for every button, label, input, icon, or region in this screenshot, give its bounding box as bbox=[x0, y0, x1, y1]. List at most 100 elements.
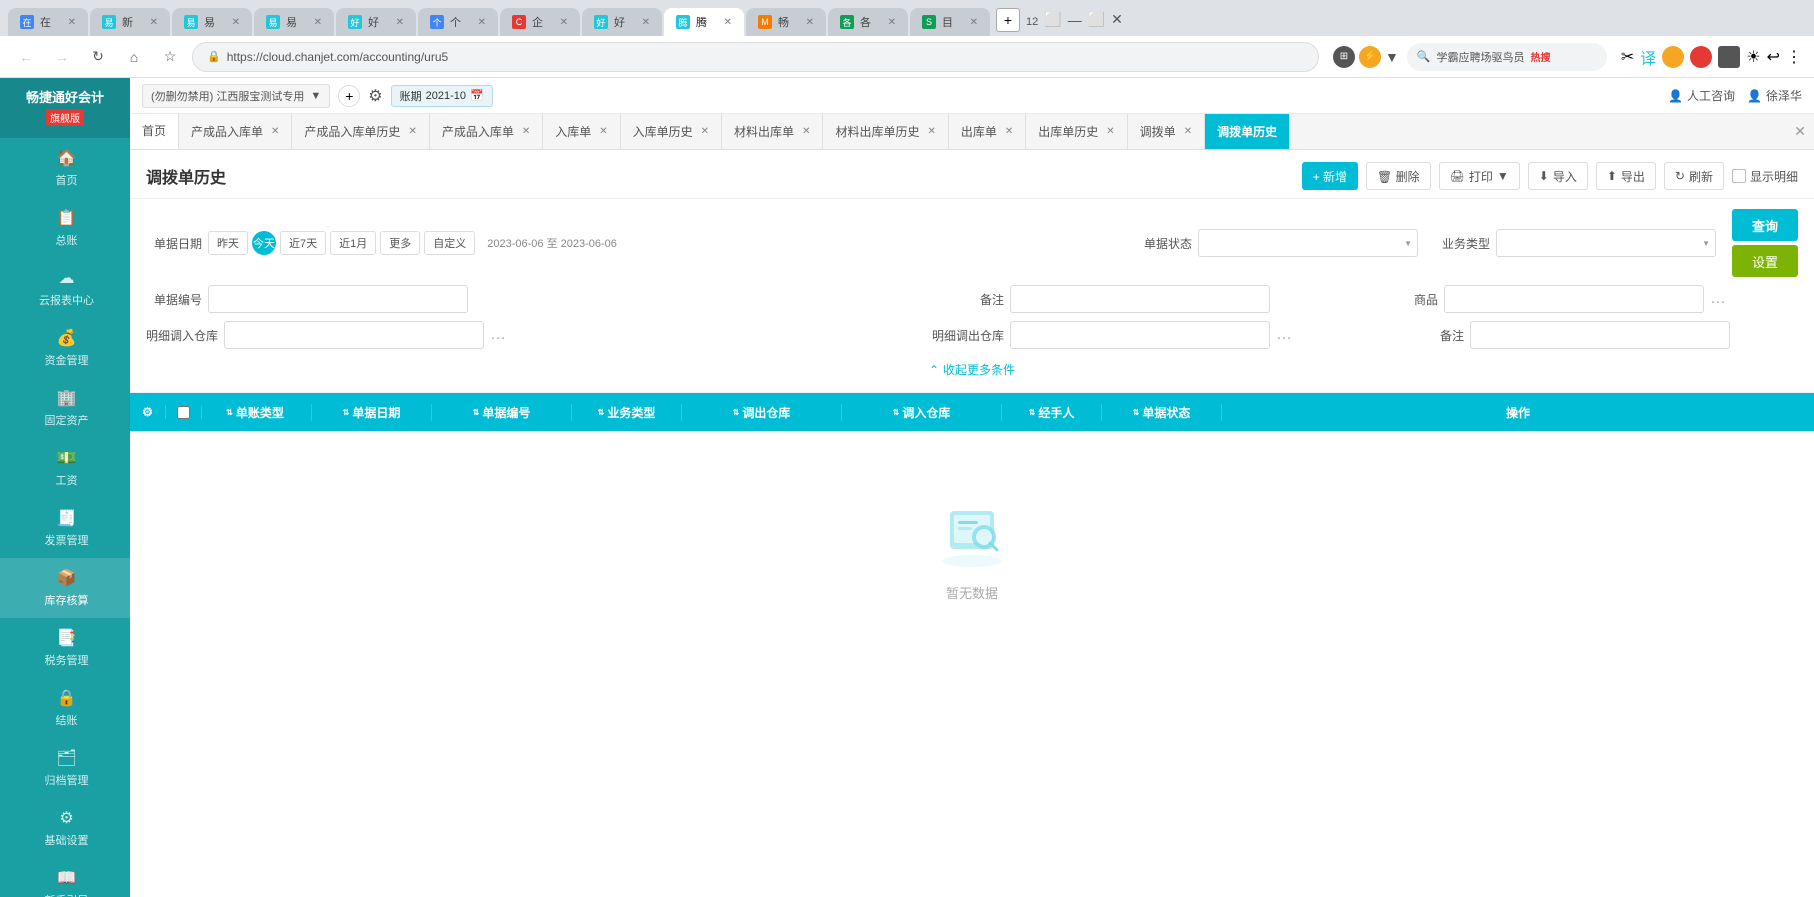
tab-bar-close[interactable]: ✕ bbox=[1794, 123, 1814, 140]
company-selector[interactable]: (勿删勿禁用) 江西服宝测试专用 ▼ bbox=[142, 84, 330, 108]
tab-close-4[interactable]: ✕ bbox=[314, 17, 322, 28]
more-icon[interactable]: ⋮ bbox=[1786, 47, 1802, 67]
tab-material-out-history[interactable]: 材料出库单历史 ✕ bbox=[823, 114, 948, 150]
remark-input[interactable] bbox=[1010, 285, 1270, 313]
forward-button[interactable]: → bbox=[48, 43, 76, 71]
refresh-button[interactable]: ↻ bbox=[84, 43, 112, 71]
tab-12[interactable]: S 目 ✕ bbox=[910, 8, 990, 36]
tab-product-in[interactable]: 产成品入库单 ✕ bbox=[179, 114, 292, 150]
sidebar-item-inventory[interactable]: 📦 库存核算 bbox=[0, 558, 130, 618]
date-7days-btn[interactable]: 近7天 bbox=[280, 231, 326, 255]
import-button[interactable]: ⬇ 导入 bbox=[1528, 162, 1588, 190]
sidebar-item-tax[interactable]: 📑 税务管理 bbox=[0, 618, 130, 678]
th-handler[interactable]: ⇅ 经手人 bbox=[1002, 404, 1102, 421]
date-1month-btn[interactable]: 近1月 bbox=[330, 231, 376, 255]
print-button[interactable]: 🖨 打印 ▼ bbox=[1439, 162, 1520, 190]
date-more-btn[interactable]: 更多 bbox=[380, 231, 420, 255]
tab-material-out[interactable]: 材料出库单 ✕ bbox=[722, 114, 823, 150]
tab-close-3[interactable]: ✕ bbox=[232, 17, 240, 28]
tab-out-history[interactable]: 出库单历史 ✕ bbox=[1026, 114, 1127, 150]
detail-in-input[interactable] bbox=[224, 321, 484, 349]
ext3-icon[interactable] bbox=[1662, 46, 1684, 68]
back-button[interactable]: ← bbox=[12, 43, 40, 71]
tab-8[interactable]: 好 好 ✕ bbox=[582, 8, 662, 36]
ext-icon-1[interactable]: ⊞ bbox=[1333, 46, 1355, 68]
tab-11[interactable]: 各 各 ✕ bbox=[828, 8, 908, 36]
tab-in-history[interactable]: 入库单历史 ✕ bbox=[621, 114, 722, 150]
tab-close-12[interactable]: ✕ bbox=[970, 17, 978, 28]
sidebar-item-home[interactable]: 🏠 首页 bbox=[0, 138, 130, 198]
tab-material-out-history-close[interactable]: ✕ bbox=[927, 126, 935, 137]
sidebar-item-invoice[interactable]: 🧾 发票管理 bbox=[0, 498, 130, 558]
goods-dots-btn[interactable]: … bbox=[1706, 290, 1730, 308]
tab-6[interactable]: 个 个 ✕ bbox=[418, 8, 498, 36]
undo-icon[interactable]: ↩ bbox=[1767, 47, 1780, 67]
th-doc-number[interactable]: ⇅ 单据编号 bbox=[432, 404, 572, 421]
detail-out-dots-btn[interactable]: … bbox=[1272, 326, 1296, 344]
tab-3[interactable]: 易 易 ✕ bbox=[172, 8, 252, 36]
tab-product-in2[interactable]: 产成品入库单 ✕ bbox=[430, 114, 543, 150]
th-doc-date[interactable]: ⇅ 单据日期 bbox=[312, 404, 432, 421]
scissors-icon[interactable]: ✂ bbox=[1621, 47, 1634, 67]
date-today-btn[interactable]: 今天 bbox=[252, 231, 276, 255]
maximize-icon[interactable]: ⬜ bbox=[1088, 11, 1105, 32]
goods-input[interactable] bbox=[1444, 285, 1704, 313]
ext4-icon[interactable] bbox=[1690, 46, 1712, 68]
query-button[interactable]: 查询 bbox=[1732, 209, 1798, 241]
th-status[interactable]: ⇅ 单据状态 bbox=[1102, 404, 1222, 421]
tab-close-1[interactable]: ✕ bbox=[68, 17, 76, 28]
tab-material-out-close[interactable]: ✕ bbox=[802, 126, 810, 137]
tab-product-in-history[interactable]: 产成品入库单历史 ✕ bbox=[292, 114, 429, 150]
sidebar-item-ledger[interactable]: 📋 总账 bbox=[0, 198, 130, 258]
th-checkbox[interactable] bbox=[166, 406, 202, 419]
tab-in-history-close[interactable]: ✕ bbox=[701, 126, 709, 137]
export-button[interactable]: ⬆ 导出 bbox=[1596, 162, 1656, 190]
sidebar-item-salary[interactable]: 💵 工资 bbox=[0, 438, 130, 498]
tab-5[interactable]: 好 好 ✕ bbox=[336, 8, 416, 36]
number-input[interactable] bbox=[208, 285, 468, 313]
show-all-toggle[interactable]: 显示明细 bbox=[1732, 168, 1798, 185]
brightness-icon[interactable]: ☀ bbox=[1746, 47, 1760, 67]
home-button[interactable]: ⌂ bbox=[120, 43, 148, 71]
delete-button[interactable]: 🗑 删除 bbox=[1366, 162, 1431, 190]
tab-close-8[interactable]: ✕ bbox=[642, 17, 650, 28]
browser-search[interactable]: 🔍 学霸应聘场驱鸟员 热搜 bbox=[1407, 43, 1607, 71]
tab-home[interactable]: 首页 bbox=[130, 114, 179, 150]
close-window-icon[interactable]: ✕ bbox=[1111, 11, 1123, 32]
tab-close-5[interactable]: ✕ bbox=[396, 17, 404, 28]
sidebar-item-finance[interactable]: 💰 资金管理 bbox=[0, 318, 130, 378]
sidebar-item-close[interactable]: 🔒 结账 bbox=[0, 678, 130, 738]
tab-bar-close-icon[interactable]: ✕ bbox=[1794, 123, 1806, 140]
remark2-input[interactable] bbox=[1470, 321, 1730, 349]
tab-close-10[interactable]: ✕ bbox=[806, 17, 814, 28]
collapse-button[interactable]: ⌃ 收起更多条件 bbox=[929, 361, 1015, 378]
biz-type-select[interactable] bbox=[1496, 229, 1716, 257]
tab-out-history-close[interactable]: ✕ bbox=[1106, 126, 1114, 137]
tab-close-7[interactable]: ✕ bbox=[560, 17, 568, 28]
tab-product-in2-close[interactable]: ✕ bbox=[522, 126, 530, 137]
tab-transfer-history[interactable]: 调拨单历史 bbox=[1205, 114, 1290, 150]
tab-in-order-close[interactable]: ✕ bbox=[599, 126, 607, 137]
sidebar-item-guide[interactable]: 📖 新手引导 bbox=[0, 858, 130, 897]
add-company-button[interactable]: + bbox=[338, 85, 360, 107]
detail-in-dots-btn[interactable]: … bbox=[486, 326, 510, 344]
status-select[interactable] bbox=[1198, 229, 1418, 257]
detail-out-input[interactable] bbox=[1010, 321, 1270, 349]
tab-in-order[interactable]: 入库单 ✕ bbox=[543, 114, 620, 150]
sidebar-item-archive[interactable]: 🗂 归档管理 bbox=[0, 738, 130, 798]
company-settings-icon[interactable]: ⚙ bbox=[368, 86, 382, 106]
tab-1[interactable]: 在 在 ✕ bbox=[8, 8, 88, 36]
show-all-checkbox[interactable] bbox=[1732, 169, 1746, 183]
address-bar[interactable]: 🔒 https://cloud.chanjet.com/accounting/u… bbox=[192, 42, 1319, 72]
th-doc-type[interactable]: ⇅ 单账类型 bbox=[202, 404, 312, 421]
new-button[interactable]: + 新增 bbox=[1302, 162, 1358, 190]
tab-7[interactable]: C 企 ✕ bbox=[500, 8, 580, 36]
tab-product-in-close[interactable]: ✕ bbox=[271, 126, 279, 137]
tab-product-in-history-close[interactable]: ✕ bbox=[408, 126, 416, 137]
bookmark-button[interactable]: ☆ bbox=[156, 43, 184, 71]
tab-close-11[interactable]: ✕ bbox=[888, 17, 896, 28]
th-in-wh[interactable]: ⇅ 调入仓库 bbox=[842, 404, 1002, 421]
select-all-checkbox[interactable] bbox=[177, 406, 190, 419]
tab-4[interactable]: 易 易 ✕ bbox=[254, 8, 334, 36]
th-out-wh[interactable]: ⇅ 调出仓库 bbox=[682, 404, 842, 421]
